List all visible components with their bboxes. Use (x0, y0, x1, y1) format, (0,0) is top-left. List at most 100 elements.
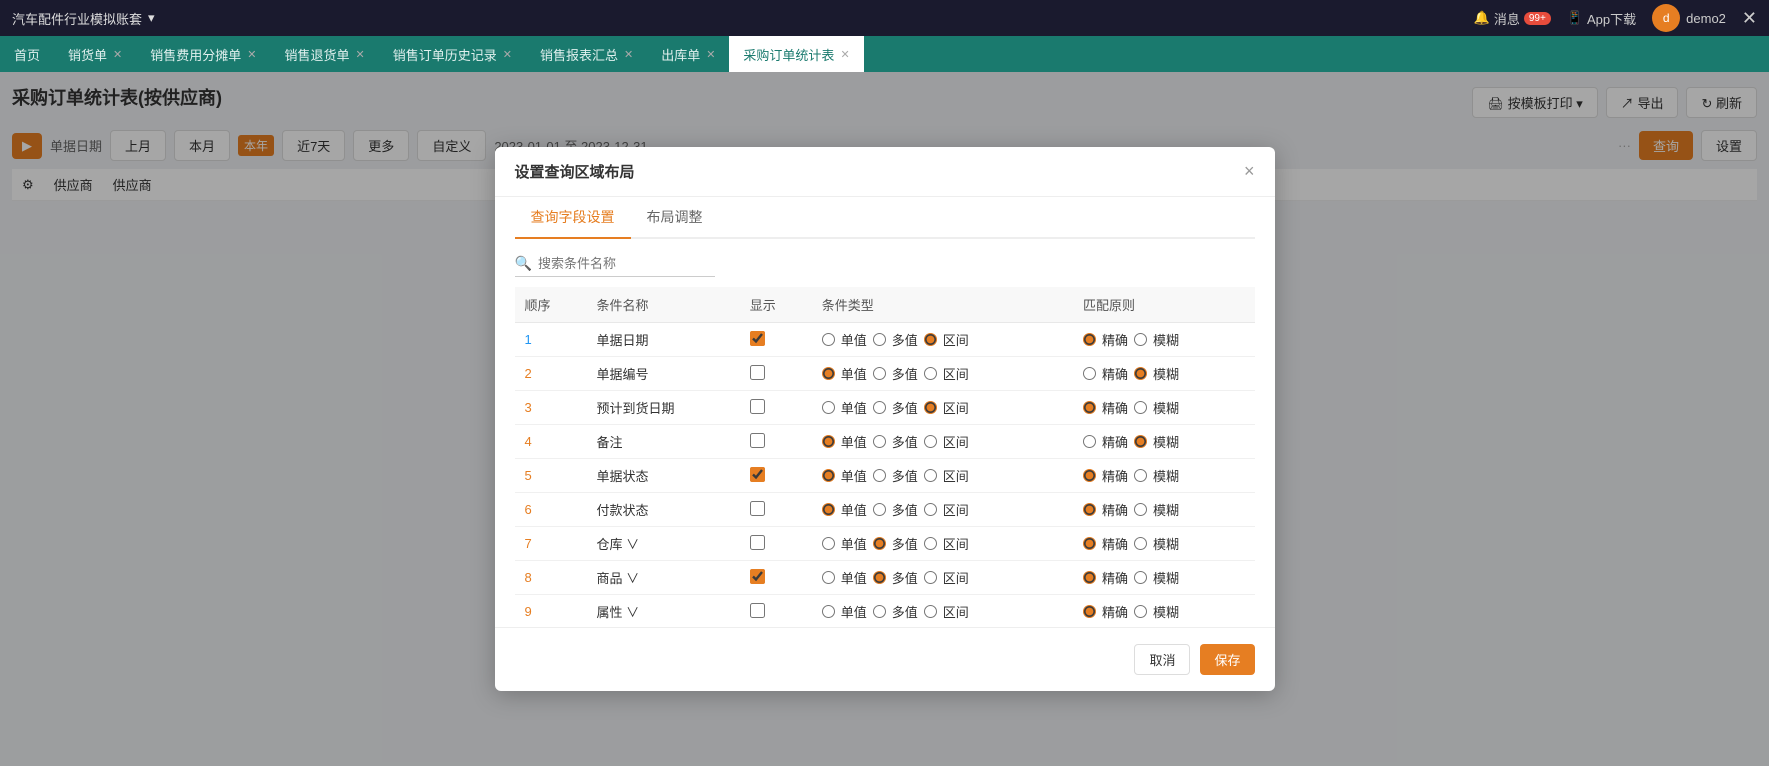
radio-区间[interactable] (924, 333, 937, 346)
tab-history-label: 销售订单历史记录 (393, 45, 497, 64)
top-close-button[interactable]: ✕ (1742, 8, 1757, 29)
radio-模糊[interactable] (1134, 605, 1147, 618)
tab-sales-return[interactable]: 销售退货单 ✕ (270, 36, 378, 72)
radio-模糊[interactable] (1134, 333, 1147, 346)
tab-purchase-close[interactable]: ✕ (840, 48, 849, 61)
radio-区间[interactable] (924, 435, 937, 448)
radio-多值[interactable] (873, 537, 886, 550)
download-area[interactable]: 📱 App下载 (1567, 9, 1636, 28)
top-bar-right: 🔔 消息 99+ 📱 App下载 d demo2 ✕ (1474, 4, 1757, 32)
radio-label-多值: 多值 (892, 602, 918, 621)
cell-match: 精确模糊 (1073, 527, 1255, 561)
type-radio-group: 单值多值区间 (822, 602, 1063, 621)
radio-单值[interactable] (822, 367, 835, 380)
match-radio-group: 精确模糊 (1083, 330, 1245, 349)
radio-多值[interactable] (873, 571, 886, 584)
radio-单值[interactable] (822, 435, 835, 448)
radio-单值[interactable] (822, 571, 835, 584)
radio-模糊[interactable] (1134, 401, 1147, 414)
cell-order: 2 (515, 357, 587, 391)
tab-home[interactable]: 首页 (0, 36, 54, 72)
radio-单值[interactable] (822, 605, 835, 618)
radio-精确[interactable] (1083, 571, 1096, 584)
show-checkbox[interactable] (750, 399, 765, 414)
radio-多值[interactable] (873, 435, 886, 448)
cell-name: 单据编号 (586, 357, 739, 391)
radio-区间[interactable] (924, 367, 937, 380)
tab-history[interactable]: 销售订单历史记录 ✕ (379, 36, 526, 72)
radio-多值[interactable] (873, 469, 886, 482)
tab-summary[interactable]: 销售报表汇总 ✕ (526, 36, 647, 72)
cell-type: 单值多值区间 (812, 561, 1073, 595)
radio-单值[interactable] (822, 469, 835, 482)
cell-show (740, 561, 812, 595)
radio-单值[interactable] (822, 537, 835, 550)
radio-区间[interactable] (924, 401, 937, 414)
tab-sales-expense[interactable]: 销售费用分摊单 ✕ (136, 36, 270, 72)
dialog-tabs: 查询字段设置 布局调整 (515, 197, 1255, 239)
tab-home-label: 首页 (14, 45, 40, 64)
tab-outbound[interactable]: 出库单 ✕ (647, 36, 729, 72)
tab-sales-order-close[interactable]: ✕ (113, 48, 122, 61)
radio-区间[interactable] (924, 537, 937, 550)
tab-outbound-close[interactable]: ✕ (706, 48, 715, 61)
radio-多值[interactable] (873, 333, 886, 346)
dialog-close-button[interactable]: × (1244, 161, 1255, 182)
radio-区间[interactable] (924, 571, 937, 584)
cancel-button[interactable]: 取消 (1134, 644, 1190, 675)
radio-多值[interactable] (873, 401, 886, 414)
show-checkbox[interactable] (750, 365, 765, 380)
tab-purchase[interactable]: 采购订单统计表 ✕ (729, 36, 863, 72)
radio-区间[interactable] (924, 469, 937, 482)
tab-sales-return-close[interactable]: ✕ (356, 48, 365, 61)
show-checkbox[interactable] (750, 535, 765, 550)
dialog-tab-query-fields[interactable]: 查询字段设置 (515, 197, 631, 239)
radio-区间[interactable] (924, 605, 937, 618)
radio-模糊[interactable] (1134, 503, 1147, 516)
user-area[interactable]: d demo2 (1652, 4, 1726, 32)
cell-order: 3 (515, 391, 587, 425)
radio-单值[interactable] (822, 503, 835, 516)
radio-模糊[interactable] (1134, 571, 1147, 584)
radio-精确[interactable] (1083, 503, 1096, 516)
radio-模糊[interactable] (1134, 537, 1147, 550)
radio-多值[interactable] (873, 367, 886, 380)
show-checkbox[interactable] (750, 569, 765, 584)
radio-精确[interactable] (1083, 537, 1096, 550)
radio-区间[interactable] (924, 503, 937, 516)
radio-精确[interactable] (1083, 333, 1096, 346)
show-checkbox[interactable] (750, 331, 765, 346)
dialog-body: 查询字段设置 布局调整 🔍 顺序 (495, 197, 1275, 627)
tab-sales-return-label: 销售退货单 (284, 45, 349, 64)
match-radio-group: 精确模糊 (1083, 500, 1245, 519)
show-checkbox[interactable] (750, 603, 765, 618)
tab-sales-expense-close[interactable]: ✕ (247, 48, 256, 61)
radio-精确[interactable] (1083, 605, 1096, 618)
search-input[interactable] (538, 256, 698, 271)
radio-label-单值: 单值 (841, 602, 867, 621)
radio-精确[interactable] (1083, 469, 1096, 482)
radio-多值[interactable] (873, 503, 886, 516)
tab-history-close[interactable]: ✕ (503, 48, 512, 61)
col-name: 条件名称 (586, 287, 739, 323)
radio-多值[interactable] (873, 605, 886, 618)
radio-精确[interactable] (1083, 367, 1096, 380)
show-checkbox[interactable] (750, 467, 765, 482)
radio-单值[interactable] (822, 401, 835, 414)
radio-模糊[interactable] (1134, 367, 1147, 380)
tab-sales-order[interactable]: 销货单 ✕ (54, 36, 136, 72)
radio-模糊[interactable] (1134, 469, 1147, 482)
radio-精确[interactable] (1083, 435, 1096, 448)
dropdown-icon[interactable]: ▾ (148, 10, 155, 26)
show-checkbox[interactable] (750, 433, 765, 448)
radio-单值[interactable] (822, 333, 835, 346)
tab-summary-close[interactable]: ✕ (624, 48, 633, 61)
dialog-tab-layout[interactable]: 布局调整 (631, 197, 719, 239)
show-checkbox[interactable] (750, 501, 765, 516)
save-button[interactable]: 保存 (1200, 644, 1254, 675)
radio-精确[interactable] (1083, 401, 1096, 414)
match-radio-group: 精确模糊 (1083, 364, 1245, 383)
radio-模糊[interactable] (1134, 435, 1147, 448)
notification-area[interactable]: 🔔 消息 99+ (1474, 9, 1551, 28)
cell-name: 属性 ∨ (586, 595, 739, 628)
